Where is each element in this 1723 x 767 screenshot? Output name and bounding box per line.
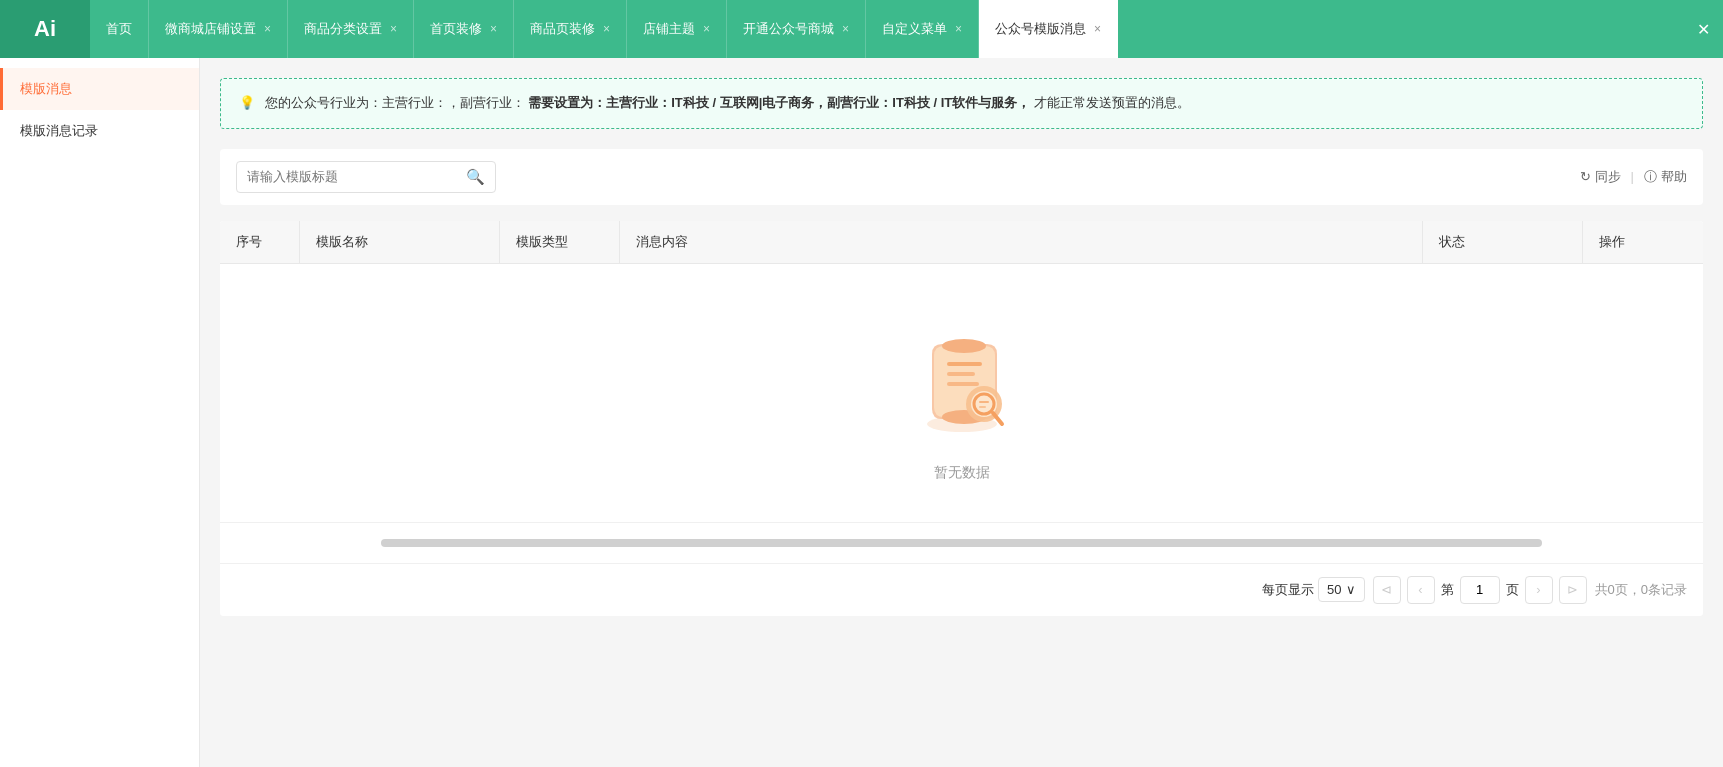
last-page-button[interactable]: ⊳	[1559, 576, 1587, 604]
page-prefix-label: 第	[1441, 581, 1454, 599]
svg-rect-3	[947, 362, 982, 366]
help-label: 帮助	[1661, 168, 1687, 186]
svg-point-1	[942, 339, 986, 353]
nav-tab-home[interactable]: 首页	[90, 0, 149, 58]
search-icon[interactable]: 🔍	[466, 168, 485, 186]
svg-rect-10	[979, 401, 989, 403]
tab-close-template-msg[interactable]: ×	[1094, 22, 1101, 36]
col-header-name: 模版名称	[300, 221, 500, 263]
col-header-type: 模版类型	[500, 221, 620, 263]
nav-tab-wechat-shop[interactable]: 开通公众号商城×	[727, 0, 866, 58]
nav-tab-homepage[interactable]: 首页装修×	[414, 0, 514, 58]
nav-tab-theme[interactable]: 店铺主题×	[627, 0, 727, 58]
tab-close-wechat-shop[interactable]: ×	[842, 22, 849, 36]
main-layout: 模版消息模版消息记录 💡 您的公众号行业为：主营行业：，副营行业： 需要设置为：…	[0, 58, 1723, 767]
scrollbar-area[interactable]	[220, 522, 1703, 563]
prev-page-button[interactable]: ‹	[1407, 576, 1435, 604]
page-size-dropdown[interactable]: 50 ∨	[1318, 577, 1364, 602]
page-nav: ⊲ ‹ 第 页 › ⊳	[1373, 576, 1587, 604]
sync-icon: ↻	[1580, 169, 1591, 184]
total-info: 共0页，0条记录	[1595, 581, 1687, 599]
tab-close-category[interactable]: ×	[390, 22, 397, 36]
notice-box: 💡 您的公众号行业为：主营行业：，副营行业： 需要设置为：主营行业：IT科技 /…	[220, 78, 1703, 129]
tab-close-weshop[interactable]: ×	[264, 22, 271, 36]
help-button[interactable]: ⓘ 帮助	[1644, 168, 1687, 186]
page-size-select: 每页显示 50 ∨	[1262, 577, 1364, 602]
notice-icon: 💡	[239, 95, 255, 110]
empty-text: 暂无数据	[934, 464, 990, 482]
notice-suffix: 才能正常发送预置的消息。	[1034, 95, 1190, 110]
nav-tab-category[interactable]: 商品分类设置×	[288, 0, 414, 58]
tab-close-homepage[interactable]: ×	[490, 22, 497, 36]
notice-prefix: 您的公众号行业为：主营行业：，副营行业：	[265, 95, 525, 110]
sidebar-item-template[interactable]: 模版消息	[0, 68, 199, 110]
nav-tab-custom-menu[interactable]: 自定义菜单×	[866, 0, 979, 58]
svg-rect-11	[979, 406, 986, 408]
svg-rect-5	[947, 382, 979, 386]
page-number-input[interactable]	[1460, 576, 1500, 604]
table-header: 序号 模版名称 模版类型 消息内容 状态 操作	[220, 221, 1703, 264]
dropdown-arrow-icon: ∨	[1346, 582, 1356, 597]
sync-button[interactable]: ↻ 同步	[1580, 168, 1621, 186]
next-page-button[interactable]: ›	[1525, 576, 1553, 604]
pagination: 每页显示 50 ∨ ⊲ ‹ 第 页 › ⊳	[220, 563, 1703, 616]
app-container: Ai 首页微商城店铺设置×商品分类设置×首页装修×商品页装修×店铺主题×开通公众…	[0, 0, 1723, 767]
empty-state: 暂无数据	[220, 264, 1703, 522]
tab-close-theme[interactable]: ×	[703, 22, 710, 36]
nav-tab-weshop[interactable]: 微商城店铺设置×	[149, 0, 288, 58]
data-table: 序号 模版名称 模版类型 消息内容 状态 操作	[220, 221, 1703, 616]
nav-tab-product-page[interactable]: 商品页装修×	[514, 0, 627, 58]
col-header-seq: 序号	[220, 221, 300, 263]
content-area: 💡 您的公众号行业为：主营行业：，副营行业： 需要设置为：主营行业：IT科技 /…	[200, 58, 1723, 767]
divider: |	[1631, 169, 1634, 184]
sync-label: 同步	[1595, 168, 1621, 186]
first-page-button[interactable]: ⊲	[1373, 576, 1401, 604]
nav-tab-template-msg[interactable]: 公众号模版消息×	[979, 0, 1118, 58]
sidebar-item-template-log[interactable]: 模版消息记录	[0, 110, 199, 152]
svg-rect-4	[947, 372, 975, 376]
toolbar-right: ↻ 同步 | ⓘ 帮助	[1580, 168, 1687, 186]
nav-tabs: 首页微商城店铺设置×商品分类设置×首页装修×商品页装修×店铺主题×开通公众号商城…	[90, 0, 1683, 58]
sidebar: 模版消息模版消息记录	[0, 58, 200, 767]
help-circle-icon: ⓘ	[1644, 168, 1657, 186]
page-suffix-label: 页	[1506, 581, 1519, 599]
page-size-label: 每页显示	[1262, 581, 1314, 599]
search-input-wrap: 🔍	[236, 161, 496, 193]
notice-highlight: 需要设置为：主营行业：IT科技 / 互联网|电子商务，副营行业：IT科技 / I…	[528, 95, 1030, 110]
tab-close-product-page[interactable]: ×	[603, 22, 610, 36]
page-size-value: 50	[1327, 582, 1341, 597]
col-header-action: 操作	[1583, 221, 1703, 263]
col-header-content: 消息内容	[620, 221, 1423, 263]
close-all-button[interactable]: ✕	[1683, 0, 1723, 58]
search-bar: 🔍 ↻ 同步 | ⓘ 帮助	[220, 149, 1703, 205]
empty-illustration	[902, 324, 1022, 444]
horizontal-scrollbar[interactable]	[381, 539, 1542, 547]
tab-close-custom-menu[interactable]: ×	[955, 22, 962, 36]
search-input[interactable]	[247, 169, 466, 184]
top-nav: Ai 首页微商城店铺设置×商品分类设置×首页装修×商品页装修×店铺主题×开通公众…	[0, 0, 1723, 58]
app-logo: Ai	[0, 0, 90, 58]
col-header-status: 状态	[1423, 221, 1583, 263]
